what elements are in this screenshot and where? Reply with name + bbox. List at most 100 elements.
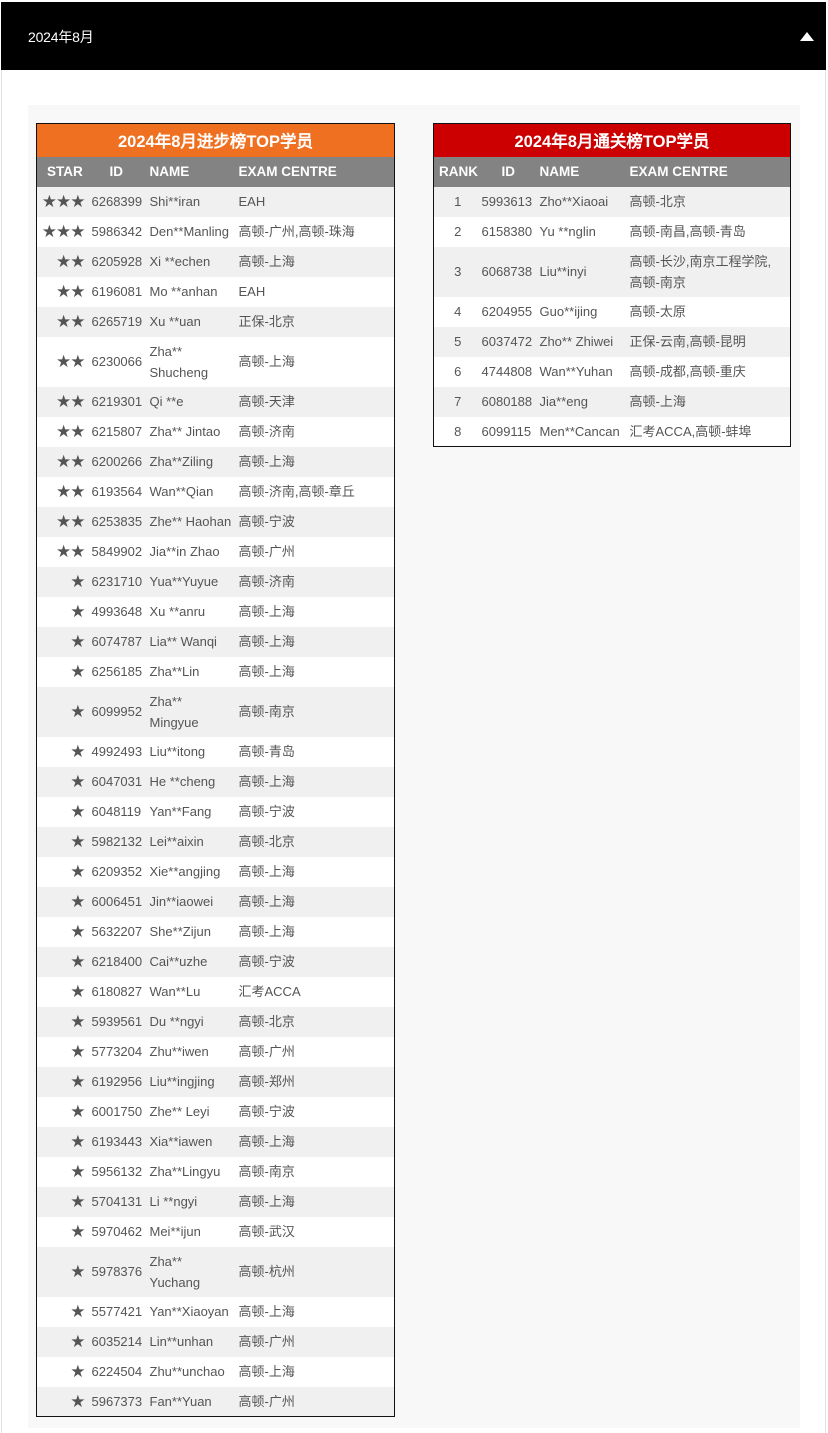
star-icon: ★ [70,1222,85,1241]
student-id: 6253835 [91,514,143,529]
student-name: Xu **uan [149,314,201,329]
star-icon: ★★ [56,282,85,301]
student-id: 5970462 [91,1224,143,1239]
student-id: 5632207 [91,924,143,939]
table-row: ★ 6074787 Lia** Wanqi 高顿-上海 [36,626,395,657]
student-name: Yan**Fang [149,804,212,819]
student-name: Shi**iran [149,194,201,209]
table-row: ★ 5704131 Li **ngyi 高顿-上海 [36,1186,395,1217]
star-icon: ★ [70,632,85,651]
star-icon: ★ [70,1072,85,1091]
rank: 7 [454,394,462,409]
exam-centre: 高顿-上海 [238,864,295,879]
col-exam-centre: EXAM CENTRE [629,156,791,187]
student-name: Zha**Lingyu [149,1164,221,1179]
student-id: 6099115 [481,423,532,439]
exam-centre: 高顿-上海 [238,664,295,679]
student-name: She**Zijun [149,924,211,939]
student-id: 6158380 [481,224,533,239]
exam-centre: 高顿-广州 [238,1334,295,1349]
student-id: 6006451 [91,894,143,909]
col-rank: RANK [433,156,482,187]
pass-board-rows: 1 5993613 Zho**Xiaoai 高顿-北京 2 6158380 Yu **ngl… [433,186,791,447]
student-name: Zha** Mingyue [149,693,199,730]
exam-centre: 高顿-上海 [238,454,295,469]
student-id: 6037472 [481,334,533,349]
star-icon: ★ [70,602,85,621]
star-icon: ★ [70,1332,85,1351]
exam-centre: 高顿-南昌,高顿-青岛 [629,224,746,239]
exam-centre: 高顿-广州 [238,544,295,559]
student-name: Zha** Shucheng [149,343,209,380]
exam-centre: 高顿-宁波 [238,954,295,969]
table-row: ★ 4993648 Xu **anru 高顿-上海 [36,596,395,627]
exam-centre: 高顿-长沙,南京工程学院,高顿-南京 [629,253,772,290]
star-icon: ★ [70,1391,85,1411]
student-id: 6209352 [91,864,143,879]
table-row: ★★★ 6268399 Shi**iran EAH [36,186,395,217]
month-accordion-header[interactable]: 2024年8月 [1,2,826,70]
exam-centre: 高顿-上海 [238,774,295,789]
exam-centre: 高顿-南京 [238,704,295,719]
exam-centre: 高顿-上海 [238,1364,295,1379]
table-row: 1 5993613 Zho**Xiaoai 高顿-北京 [433,186,791,217]
table-row: ★★ 6196081 Mo **anhan EAH [36,276,395,307]
table-row: 6 4744808 Wan**Yuhan 高顿-成都,高顿-重庆 [433,356,791,387]
student-name: Zha** Yuchang [149,1253,201,1290]
star-icon: ★ [70,1262,85,1281]
student-id: 6192956 [91,1074,143,1089]
student-id: 6035214 [91,1334,143,1349]
table-row: ★ 5978376 Zha** Yuchang 高顿-杭州 [36,1246,395,1297]
student-name: Lei**aixin [149,834,204,849]
star-icon: ★ [70,832,85,851]
pass-leaderboard: 2024年8月通关榜TOP学员 RANK ID NAME EXAM CENTRE… [433,123,791,447]
exam-centre: 高顿-青岛 [238,744,295,759]
exam-centre: 正保-北京 [238,314,295,329]
exam-centre: 高顿-宁波 [238,804,295,819]
student-id: 6265719 [91,314,143,329]
star-icon: ★★ [56,312,85,331]
student-name: Zho**Xiaoai [539,194,609,209]
student-id: 5849902 [91,544,143,559]
exam-centre: 高顿-郑州 [238,1074,295,1089]
student-name: Mei**ijun [149,1224,201,1239]
star-icon: ★ [70,772,85,791]
student-id: 6074787 [91,634,143,649]
student-name: Yua**Yuyue [149,574,219,589]
exam-centre: 高顿-上海 [629,394,686,409]
student-id: 5704131 [91,1194,143,1209]
star-icon: ★ [70,702,85,721]
rank: 2 [454,224,462,239]
exam-centre: 高顿-广州 [238,1044,295,1059]
exam-centre: 高顿-北京 [238,834,295,849]
student-id: 6224504 [91,1364,143,1379]
star-icon: ★★ [56,422,85,441]
student-id: 6200266 [91,454,143,469]
star-icon: ★ [70,662,85,681]
exam-centre: EAH [238,284,266,299]
exam-centre: 高顿-北京 [238,1014,295,1029]
student-id: 5577421 [91,1304,143,1319]
triangle-up-icon[interactable] [800,32,814,41]
star-icon: ★ [70,1012,85,1031]
student-name: Yu **nglin [539,224,596,239]
star-icon: ★★ [56,352,85,371]
star-icon: ★ [70,1192,85,1211]
student-id: 4744808 [481,364,533,379]
month-title: 2024年8月 [28,29,94,45]
star-icon: ★★ [56,252,85,271]
student-name: Zha**Ziling [149,454,214,469]
student-name: Zhu**iwen [149,1044,209,1059]
exam-centre: 高顿-上海 [238,1304,295,1319]
table-row: ★ 5982132 Lei**aixin 高顿-北京 [36,826,395,857]
star-icon: ★★ [56,452,85,471]
student-name: Men**Cancan [539,423,620,439]
student-name: Jin**iaowei [149,894,214,909]
student-id: 5956132 [91,1164,143,1179]
table-row: ★★ 5849902 Jia**in Zhao 高顿-广州 [36,536,395,567]
star-icon: ★★ [56,542,85,561]
student-name: Li **ngyi [149,1194,198,1209]
table-row: 3 6068738 Liu**inyi 高顿-长沙,南京工程学院,高顿-南京 [433,246,791,297]
exam-centre: 正保-云南,高顿-昆明 [629,334,746,349]
student-name: Wan**Lu [149,984,201,999]
